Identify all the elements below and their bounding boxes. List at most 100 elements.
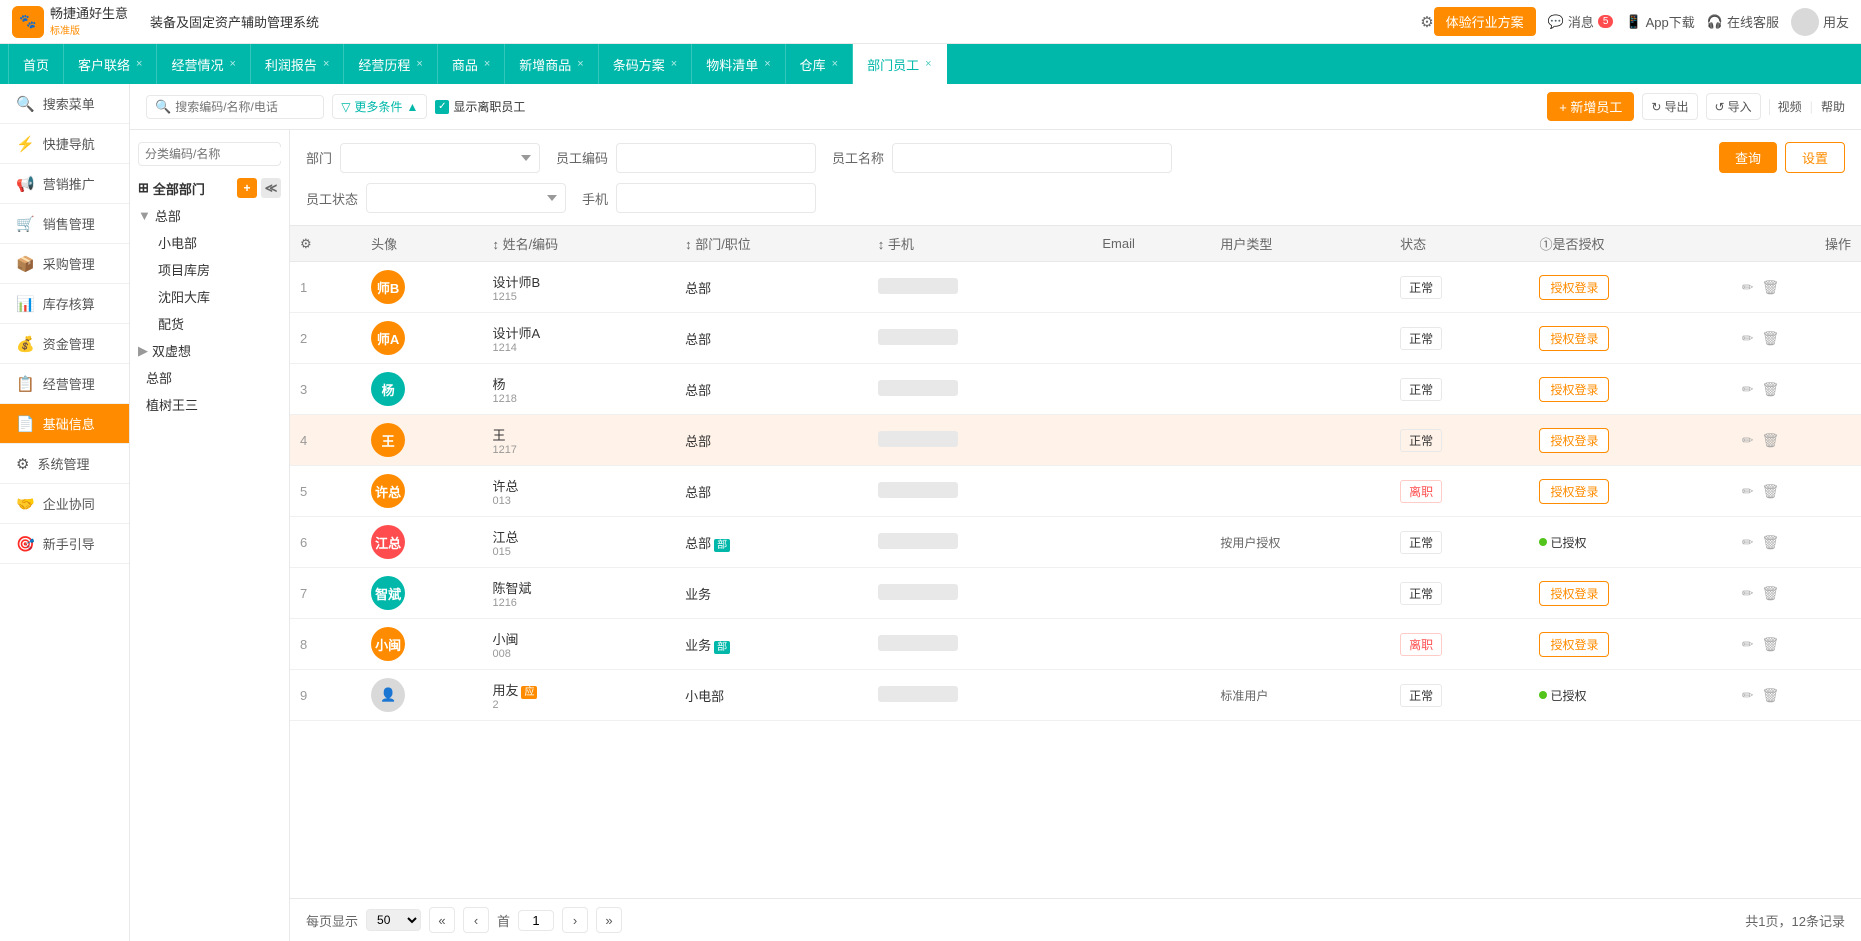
edit-icon[interactable]: ✏ bbox=[1742, 687, 1754, 704]
filter-search-button[interactable]: 查询 bbox=[1719, 142, 1777, 173]
col-settings[interactable]: ⚙ bbox=[290, 226, 361, 262]
tree-collapse-icon[interactable]: ≪ bbox=[261, 178, 281, 198]
tree-node-shuangxu[interactable]: ▶ 双虚想 bbox=[130, 337, 289, 364]
delete-icon[interactable]: 🗑 bbox=[1761, 585, 1779, 602]
edit-icon[interactable]: ✏ bbox=[1742, 279, 1754, 296]
tree-all-header[interactable]: ⊞ 全部部门 + ≪ bbox=[130, 174, 289, 202]
col-phone[interactable]: ↕ 手机 bbox=[868, 226, 1093, 262]
sidebar-item-采购管理[interactable]: 📦采购管理 bbox=[0, 244, 129, 284]
auth-button[interactable]: 授权登录 bbox=[1539, 632, 1609, 657]
tree-search-box[interactable]: 🔍 bbox=[138, 142, 281, 166]
auth-button[interactable]: 授权登录 bbox=[1539, 581, 1609, 606]
import-button[interactable]: ↺ 导入 bbox=[1706, 93, 1761, 120]
tree-node-project[interactable]: 项目库房 bbox=[142, 256, 289, 283]
filter-status-select[interactable] bbox=[366, 183, 566, 213]
tree-node-zhishu[interactable]: 植树王三 bbox=[130, 391, 289, 418]
nav-tab-部门员工[interactable]: 部门员工× bbox=[853, 44, 946, 84]
tree-node-shenyang[interactable]: 沈阳大库 bbox=[142, 283, 289, 310]
edit-icon[interactable]: ✏ bbox=[1742, 534, 1754, 551]
edit-icon[interactable]: ✏ bbox=[1742, 483, 1754, 500]
close-tab-icon[interactable]: × bbox=[832, 58, 838, 70]
view-button[interactable]: 视频 bbox=[1778, 98, 1802, 115]
more-filter-button[interactable]: ▽ 更多条件 ▲ bbox=[332, 94, 427, 119]
edit-icon[interactable]: ✏ bbox=[1742, 585, 1754, 602]
first-page-button[interactable]: « bbox=[429, 907, 455, 933]
col-name[interactable]: ↕ 姓名/编码 bbox=[482, 226, 675, 262]
search-box[interactable]: 🔍 bbox=[146, 95, 324, 119]
auth-button[interactable]: 授权登录 bbox=[1539, 326, 1609, 351]
nav-tab-经营情况[interactable]: 经营情况× bbox=[157, 44, 250, 84]
nav-tab-新增商品[interactable]: 新增商品× bbox=[505, 44, 598, 84]
sidebar-item-企业协同[interactable]: 🤝企业协同 bbox=[0, 484, 129, 524]
tree-add-icon[interactable]: + bbox=[237, 178, 257, 198]
user-menu-button[interactable]: 用友 bbox=[1791, 8, 1849, 36]
message-button[interactable]: 💬 消息 5 bbox=[1548, 12, 1614, 31]
close-tab-icon[interactable]: × bbox=[671, 58, 677, 70]
sidebar-item-库存核算[interactable]: 📊库存核算 bbox=[0, 284, 129, 324]
tree-node-peihuo[interactable]: 配货 bbox=[142, 310, 289, 337]
delete-icon[interactable]: 🗑 bbox=[1761, 534, 1779, 551]
delete-icon[interactable]: 🗑 bbox=[1761, 483, 1779, 500]
last-page-button[interactable]: » bbox=[596, 907, 622, 933]
close-tab-icon[interactable]: × bbox=[764, 58, 770, 70]
current-page-input[interactable] bbox=[518, 910, 554, 931]
close-tab-icon[interactable]: × bbox=[229, 58, 235, 70]
filter-set-button[interactable]: 设置 bbox=[1785, 142, 1845, 173]
nav-tab-仓库[interactable]: 仓库× bbox=[786, 44, 853, 84]
app-download-button[interactable]: 📱 App下载 bbox=[1625, 12, 1694, 31]
col-dept[interactable]: ↕ 部门/职位 bbox=[675, 226, 868, 262]
auth-button[interactable]: 授权登录 bbox=[1539, 377, 1609, 402]
nav-tab-物料清单[interactable]: 物料清单× bbox=[692, 44, 785, 84]
help-button[interactable]: 帮助 bbox=[1821, 98, 1845, 115]
tree-node-zongbu2[interactable]: 总部 bbox=[130, 364, 289, 391]
close-tab-icon[interactable]: × bbox=[925, 58, 931, 70]
show-resign-toggle[interactable]: ✓ 显示离职员工 bbox=[435, 98, 525, 115]
settings-icon[interactable]: ⚙ bbox=[1420, 13, 1433, 31]
nav-tab-客户联络[interactable]: 客户联络× bbox=[64, 44, 157, 84]
close-tab-icon[interactable]: × bbox=[136, 58, 142, 70]
close-tab-icon[interactable]: × bbox=[577, 58, 583, 70]
sidebar-item-系统管理[interactable]: ⚙系统管理 bbox=[0, 444, 129, 484]
prev-page-button[interactable]: ‹ bbox=[463, 907, 489, 933]
nav-tab-首页[interactable]: 首页 bbox=[8, 44, 64, 84]
add-employee-button[interactable]: + 新增员工 bbox=[1547, 92, 1634, 121]
edit-icon[interactable]: ✏ bbox=[1742, 330, 1754, 347]
close-tab-icon[interactable]: × bbox=[416, 58, 422, 70]
sidebar-item-快捷导航[interactable]: ⚡快捷导航 bbox=[0, 124, 129, 164]
sidebar-item-基础信息[interactable]: 📄基础信息 bbox=[0, 404, 129, 444]
trial-button[interactable]: 体验行业方案 bbox=[1434, 7, 1536, 36]
sidebar-item-销售管理[interactable]: 🛒销售管理 bbox=[0, 204, 129, 244]
delete-icon[interactable]: 🗑 bbox=[1761, 279, 1779, 296]
delete-icon[interactable]: 🗑 bbox=[1761, 636, 1779, 653]
search-input[interactable] bbox=[175, 100, 315, 114]
tree-search-input[interactable] bbox=[145, 147, 290, 161]
sidebar-item-搜索菜单[interactable]: 🔍搜索菜单 bbox=[0, 84, 129, 124]
edit-icon[interactable]: ✏ bbox=[1742, 381, 1754, 398]
filter-dept-select[interactable] bbox=[340, 143, 540, 173]
sidebar-item-资金管理[interactable]: 💰资金管理 bbox=[0, 324, 129, 364]
close-tab-icon[interactable]: × bbox=[484, 58, 490, 70]
edit-icon[interactable]: ✏ bbox=[1742, 636, 1754, 653]
nav-tab-条码方案[interactable]: 条码方案× bbox=[599, 44, 692, 84]
delete-icon[interactable]: 🗑 bbox=[1761, 432, 1779, 449]
online-service-button[interactable]: 🎧 在线客服 bbox=[1707, 12, 1779, 31]
filter-empcode-input[interactable] bbox=[616, 143, 816, 173]
delete-icon[interactable]: 🗑 bbox=[1761, 381, 1779, 398]
sidebar-item-营销推广[interactable]: 📢营销推广 bbox=[0, 164, 129, 204]
auth-button[interactable]: 授权登录 bbox=[1539, 428, 1609, 453]
nav-tab-经营历程[interactable]: 经营历程× bbox=[344, 44, 437, 84]
sidebar-item-经营管理[interactable]: 📋经营管理 bbox=[0, 364, 129, 404]
nav-tab-利润报告[interactable]: 利润报告× bbox=[251, 44, 344, 84]
tree-node-zongbu[interactable]: ▼ 总部 bbox=[130, 202, 289, 229]
filter-phone-input[interactable] bbox=[616, 183, 816, 213]
filter-empname-input[interactable] bbox=[892, 143, 1172, 173]
auth-button[interactable]: 授权登录 bbox=[1539, 479, 1609, 504]
tree-node-xiaodian[interactable]: 小电部 bbox=[142, 229, 289, 256]
auth-button[interactable]: 授权登录 bbox=[1539, 275, 1609, 300]
page-size-select[interactable]: 50 100 bbox=[366, 909, 421, 931]
next-page-button[interactable]: › bbox=[562, 907, 588, 933]
edit-icon[interactable]: ✏ bbox=[1742, 432, 1754, 449]
delete-icon[interactable]: 🗑 bbox=[1761, 687, 1779, 704]
sidebar-item-新手引导[interactable]: 🎯新手引导 bbox=[0, 524, 129, 564]
delete-icon[interactable]: 🗑 bbox=[1761, 330, 1779, 347]
